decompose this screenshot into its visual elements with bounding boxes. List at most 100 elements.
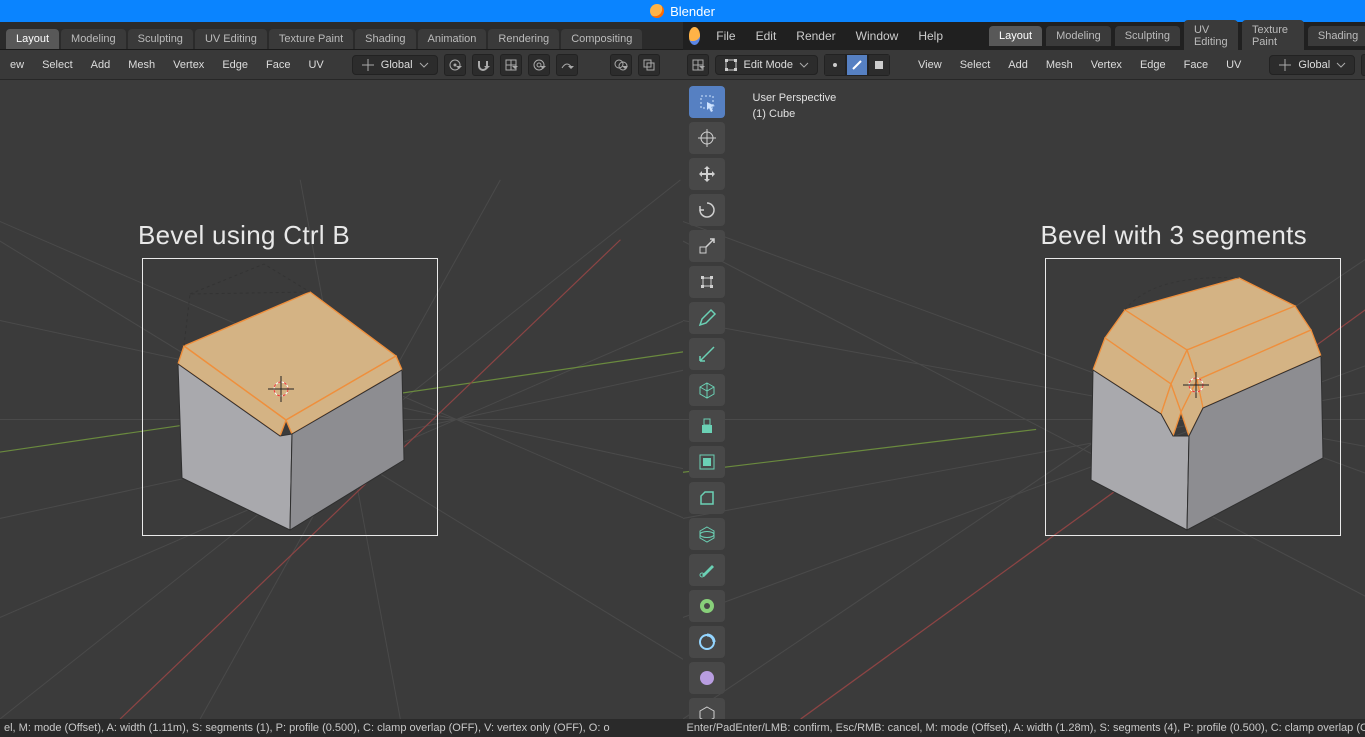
menu-uv-left[interactable]: UV <box>302 56 329 74</box>
tab-uv-editing[interactable]: UV Editing <box>195 29 267 49</box>
overlay-icon <box>614 58 628 72</box>
extrude-tool[interactable] <box>689 410 725 442</box>
tab-texture-paint-r[interactable]: Texture Paint <box>1242 20 1304 52</box>
pivot-dropdown-left[interactable] <box>444 54 466 76</box>
smooth-tool-icon <box>697 668 717 688</box>
smooth-tool[interactable] <box>689 662 725 694</box>
tab-compositing[interactable]: Compositing <box>561 29 642 49</box>
move-tool-icon <box>697 164 717 184</box>
loop-cut-tool[interactable] <box>689 518 725 550</box>
cursor-tool[interactable] <box>689 122 725 154</box>
menu-view-r[interactable]: View <box>912 56 948 74</box>
spin-tool[interactable] <box>689 626 725 658</box>
menu-edge-left[interactable]: Edge <box>216 56 254 74</box>
right-editor-pane: File Edit Render Window Help Layout Mode… <box>683 22 1365 737</box>
menu-vertex-left[interactable]: Vertex <box>167 56 210 74</box>
tab-modeling-r[interactable]: Modeling <box>1046 26 1111 46</box>
poly-build-tool[interactable] <box>689 590 725 622</box>
orientation-dropdown-left[interactable]: Global <box>352 55 438 75</box>
xray-toggle-left[interactable] <box>638 54 660 76</box>
tab-layout[interactable]: Layout <box>6 29 59 49</box>
mode-dropdown[interactable]: Edit Mode <box>715 55 819 75</box>
loop-cut-tool-icon <box>697 524 717 544</box>
menu-uv-r[interactable]: UV <box>1220 56 1247 74</box>
extrude-tool-icon <box>697 416 717 436</box>
bevel-tool-icon <box>697 488 717 508</box>
menu-face-r[interactable]: Face <box>1178 56 1214 74</box>
inset-tool[interactable] <box>689 446 725 478</box>
menu-window[interactable]: Window <box>848 25 907 47</box>
vertex-select-mode[interactable] <box>824 54 846 76</box>
menu-edge-r[interactable]: Edge <box>1134 56 1172 74</box>
proportional-edit-left[interactable] <box>528 54 550 76</box>
shrink-tool[interactable] <box>689 698 725 719</box>
tab-texture-paint[interactable]: Texture Paint <box>269 29 353 49</box>
menu-select-left[interactable]: Select <box>36 56 79 74</box>
workspace-tabs-left: Layout Modeling Sculpting UV Editing Tex… <box>0 22 683 50</box>
sphere-falloff-icon <box>560 58 574 72</box>
menu-mesh-left[interactable]: Mesh <box>122 56 161 74</box>
menu-vertex-r[interactable]: Vertex <box>1085 56 1128 74</box>
menu-face-left[interactable]: Face <box>260 56 296 74</box>
overlay-dropdown-left[interactable] <box>610 54 632 76</box>
edit-mode-icon <box>724 58 738 72</box>
orientation-dropdown-r[interactable]: Global <box>1269 55 1355 75</box>
tab-layout-r[interactable]: Layout <box>989 26 1042 46</box>
menu-add-left[interactable]: Add <box>85 56 117 74</box>
tab-animation[interactable]: Animation <box>418 29 487 49</box>
menu-help[interactable]: Help <box>910 25 951 47</box>
blender-logo-icon[interactable] <box>689 27 701 45</box>
rotate-tool[interactable] <box>689 194 725 226</box>
snap-type-left[interactable] <box>500 54 522 76</box>
snap-toggle-left[interactable] <box>472 54 494 76</box>
pivot-icon <box>448 58 462 72</box>
bevel-tool[interactable] <box>689 482 725 514</box>
knife-tool[interactable] <box>689 554 725 586</box>
3d-cursor-icon <box>268 376 294 402</box>
add-cube-tool-icon <box>697 380 717 400</box>
add-cube-tool[interactable] <box>689 374 725 406</box>
poly-build-tool-icon <box>697 596 717 616</box>
status-bar-left: el, M: mode (Offset), A: width (1.11m), … <box>0 719 683 737</box>
transform-tool[interactable] <box>689 266 725 298</box>
select-mode-group <box>824 54 890 76</box>
pivot-dropdown-r[interactable] <box>1361 54 1365 76</box>
tab-rendering[interactable]: Rendering <box>488 29 559 49</box>
tab-sculpting[interactable]: Sculpting <box>128 29 193 49</box>
knife-tool-icon <box>697 560 717 580</box>
tab-shading-r[interactable]: Shading <box>1308 26 1365 46</box>
blender-logo-icon <box>650 4 664 18</box>
xray-icon <box>642 58 656 72</box>
menu-edit[interactable]: Edit <box>748 25 785 47</box>
status-text-right: Enter/PadEnter/LMB: confirm, Esc/RMB: ca… <box>687 722 1365 734</box>
menu-select-r[interactable]: Select <box>954 56 997 74</box>
title-bar: Blender <box>0 0 1365 22</box>
top-menubar: File Edit Render Window Help Layout Mode… <box>683 22 1365 50</box>
menu-render[interactable]: Render <box>788 25 843 47</box>
menu-mesh-r[interactable]: Mesh <box>1040 56 1079 74</box>
scale-tool[interactable] <box>689 230 725 262</box>
tab-modeling[interactable]: Modeling <box>61 29 126 49</box>
menu-add-r[interactable]: Add <box>1002 56 1034 74</box>
annotation-left: Bevel using Ctrl B <box>138 220 350 251</box>
falloff-left[interactable] <box>556 54 578 76</box>
tab-shading[interactable]: Shading <box>355 29 415 49</box>
viewport-right[interactable]: User Perspective (1) Cube Bevel with 3 s… <box>683 80 1365 719</box>
move-tool[interactable] <box>689 158 725 190</box>
edge-select-mode[interactable] <box>846 54 868 76</box>
menu-view-left[interactable]: ew <box>4 56 30 74</box>
chevron-down-icon <box>419 60 429 70</box>
face-select-mode[interactable] <box>868 54 890 76</box>
orientation-icon <box>361 58 375 72</box>
toolbar-strip <box>689 86 729 719</box>
menu-file[interactable]: File <box>708 25 743 47</box>
tab-uv-editing-r[interactable]: UV Editing <box>1184 20 1238 52</box>
select-box-tool[interactable] <box>689 86 725 118</box>
measure-tool[interactable] <box>689 338 725 370</box>
tab-sculpting-r[interactable]: Sculpting <box>1115 26 1180 46</box>
editor-type-dropdown[interactable] <box>687 54 709 76</box>
viewport-left[interactable]: Bevel using Ctrl B <box>0 80 683 719</box>
annotate-tool[interactable] <box>689 302 725 334</box>
left-editor-pane: Layout Modeling Sculpting UV Editing Tex… <box>0 22 683 737</box>
annotate-tool-icon <box>697 308 717 328</box>
